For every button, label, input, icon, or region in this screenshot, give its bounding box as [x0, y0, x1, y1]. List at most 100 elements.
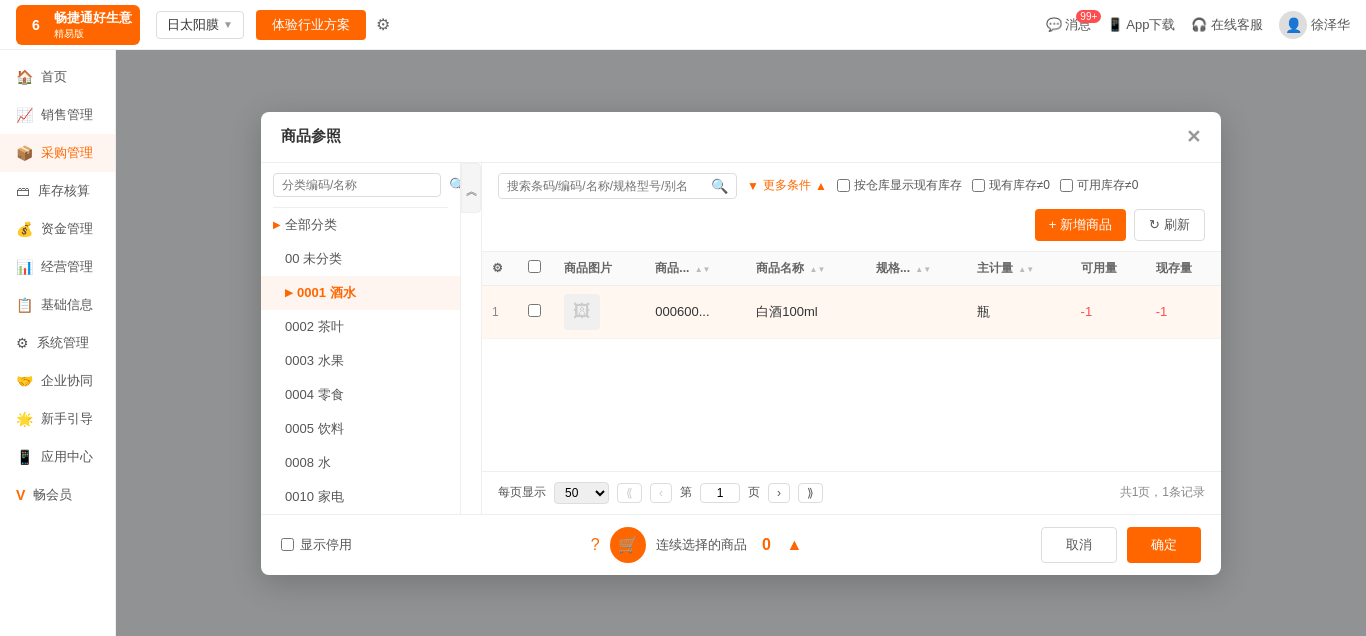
sidebar-item-basic[interactable]: 📋 基础信息 [0, 286, 115, 324]
checkbox-stock-nonzero-input[interactable] [972, 179, 985, 192]
row-num: 1 [482, 285, 518, 338]
sales-icon: 📈 [16, 107, 33, 123]
col-checkbox[interactable] [518, 252, 554, 286]
refresh-btn[interactable]: ↻ 刷新 [1134, 209, 1205, 241]
footer-right: 取消 确定 [1041, 527, 1201, 563]
company-selector[interactable]: 日太阳膜 ▼ [156, 11, 244, 39]
show-disabled-label[interactable]: 显示停用 [281, 536, 352, 554]
sort-spec-icon[interactable]: ▲▼ [915, 267, 931, 273]
category-search-input[interactable] [273, 173, 441, 197]
cat-item-0001[interactable]: ▶ 0001 酒水 [261, 276, 460, 310]
sidebar-item-sales[interactable]: 📈 销售管理 [0, 96, 115, 134]
sidebar-item-inventory[interactable]: 🗃 库存核算 [0, 172, 115, 210]
app-download-label: App下载 [1126, 17, 1175, 32]
collapse-cat-button[interactable]: 《《 [461, 163, 481, 213]
row-select-checkbox[interactable] [528, 304, 541, 317]
sort-name-icon[interactable]: ▲▼ [810, 267, 826, 273]
show-disabled-checkbox[interactable] [281, 538, 294, 551]
col-stock: 现存量 [1146, 252, 1221, 286]
user-menu[interactable]: 👤 徐泽华 [1279, 11, 1350, 39]
cart-count: 0 [757, 536, 777, 554]
sidebar-item-home[interactable]: 🏠 首页 [0, 58, 115, 96]
category-search-icon[interactable]: 🔍 [445, 175, 461, 195]
checkbox-stock-nonzero[interactable]: 现有库存≠0 [972, 177, 1050, 194]
product-thumbnail: 🖼 [564, 294, 600, 330]
sidebar-item-collab[interactable]: 🤝 企业协同 [0, 362, 115, 400]
checkbox-usable-nonzero-input[interactable] [1060, 179, 1073, 192]
col-code[interactable]: 商品... ▲▼ [645, 252, 746, 286]
checkbox-usable-nonzero[interactable]: 可用库存≠0 [1060, 177, 1138, 194]
cat-item-0005[interactable]: 0005 饮料 [261, 412, 460, 446]
apps-icon: 📱 [16, 449, 33, 465]
sidebar-item-guide-label: 新手引导 [41, 410, 93, 428]
select-all-checkbox[interactable] [528, 260, 541, 273]
col-unit[interactable]: 主计量 ▲▼ [967, 252, 1071, 286]
row-stock: -1 [1146, 285, 1221, 338]
app-download-nav[interactable]: 📱 App下载 [1107, 16, 1175, 34]
category-list: ▶ 全部分类 00 未分类 ▶ 0001 酒水 [261, 208, 460, 514]
checkbox-by-warehouse[interactable]: 按仓库显示现有库存 [837, 177, 962, 194]
cat-item-all[interactable]: ▶ 全部分类 [261, 208, 460, 242]
sort-unit-icon[interactable]: ▲▼ [1018, 267, 1034, 273]
per-page-select[interactable]: 50 100 [554, 482, 609, 504]
table-row[interactable]: 1 🖼 000600... 白酒100ml [482, 285, 1221, 338]
cat-item-0010[interactable]: 0010 家电 [261, 480, 460, 514]
sidebar-item-purchase[interactable]: 📦 采购管理 [0, 134, 115, 172]
cat-item-0003[interactable]: 0003 水果 [261, 344, 460, 378]
pagination-bar: 每页显示 50 100 ⟪ ‹ 第 页 › ⟫ 共 [482, 471, 1221, 514]
cat-item-0[interactable]: 00 未分类 [261, 242, 460, 276]
cart-icon[interactable]: 🛒 [610, 527, 646, 563]
add-product-btn[interactable]: + 新增商品 [1035, 209, 1126, 241]
sidebar-item-finance[interactable]: 💰 资金管理 [0, 210, 115, 248]
modal-header: 商品参照 ✕ [261, 112, 1221, 163]
help-icon[interactable]: ? [591, 536, 600, 554]
inventory-icon: 🗃 [16, 183, 30, 199]
refresh-icon: ↻ [1149, 217, 1160, 232]
cat-item-0008[interactable]: 0008 水 [261, 446, 460, 480]
close-icon[interactable]: ✕ [1186, 126, 1201, 148]
product-search-icon[interactable]: 🔍 [711, 178, 728, 194]
confirm-btn[interactable]: 确定 [1127, 527, 1201, 563]
page-suffix-label: 页 [748, 484, 760, 501]
product-reference-modal: 商品参照 ✕ 🔍 [261, 112, 1221, 575]
product-search-box: 🔍 [498, 173, 737, 199]
modal-title: 商品参照 [281, 127, 341, 146]
sidebar-item-guide[interactable]: 🌟 新手引导 [0, 400, 115, 438]
filter-more-btn[interactable]: ▼ 更多条件 ▲ [747, 177, 827, 194]
logo[interactable]: 6 畅捷通好生意 精易版 [16, 5, 140, 45]
col-name[interactable]: 商品名称 ▲▼ [746, 252, 866, 286]
page-last-btn[interactable]: ⟫ [798, 483, 823, 503]
page-input[interactable] [700, 483, 740, 503]
sidebar-item-apps[interactable]: 📱 应用中心 [0, 438, 115, 476]
sidebar-item-finance-label: 资金管理 [41, 220, 93, 238]
collapse-cart-icon[interactable]: ▲ [787, 536, 803, 554]
sidebar-item-sales-label: 销售管理 [41, 106, 93, 124]
checkbox-by-warehouse-input[interactable] [837, 179, 850, 192]
sidebar-item-inventory-label: 库存核算 [38, 182, 90, 200]
row-checkbox[interactable] [518, 285, 554, 338]
row-code: 000600... [645, 285, 746, 338]
cat-item-0002[interactable]: 0002 茶叶 [261, 310, 460, 344]
product-table-area: ⚙ 商品图片 商品... ▲▼ 商品名称 [482, 252, 1221, 471]
system-icon: ⚙ [16, 335, 29, 351]
cancel-btn[interactable]: 取消 [1041, 527, 1117, 563]
sidebar-item-business[interactable]: 📊 经营管理 [0, 248, 115, 286]
page-first-btn[interactable]: ⟪ [617, 483, 642, 503]
sidebar-item-system[interactable]: ⚙ 系统管理 [0, 324, 115, 362]
gear-icon[interactable]: ⚙ [376, 15, 390, 34]
checkbox-stock-nonzero-label: 现有库存≠0 [989, 177, 1050, 194]
page-prev-btn[interactable]: ‹ [650, 483, 672, 503]
online-service-nav[interactable]: 🎧 在线客服 [1191, 16, 1263, 34]
sidebar-item-purchase-label: 采购管理 [41, 144, 93, 162]
sidebar-item-vip[interactable]: V 畅会员 [0, 476, 115, 514]
sort-code-icon[interactable]: ▲▼ [695, 267, 711, 273]
experience-btn[interactable]: 体验行业方案 [256, 10, 366, 40]
page-next-btn[interactable]: › [768, 483, 790, 503]
expand-icon: ▶ [273, 219, 281, 230]
cat-item-0004[interactable]: 0004 零食 [261, 378, 460, 412]
col-settings[interactable]: ⚙ [482, 252, 518, 286]
username-label: 徐泽华 [1311, 16, 1350, 34]
col-spec[interactable]: 规格... ▲▼ [866, 252, 967, 286]
message-nav[interactable]: 💬 消息 99+ [1046, 16, 1092, 34]
product-search-input[interactable] [507, 179, 707, 193]
